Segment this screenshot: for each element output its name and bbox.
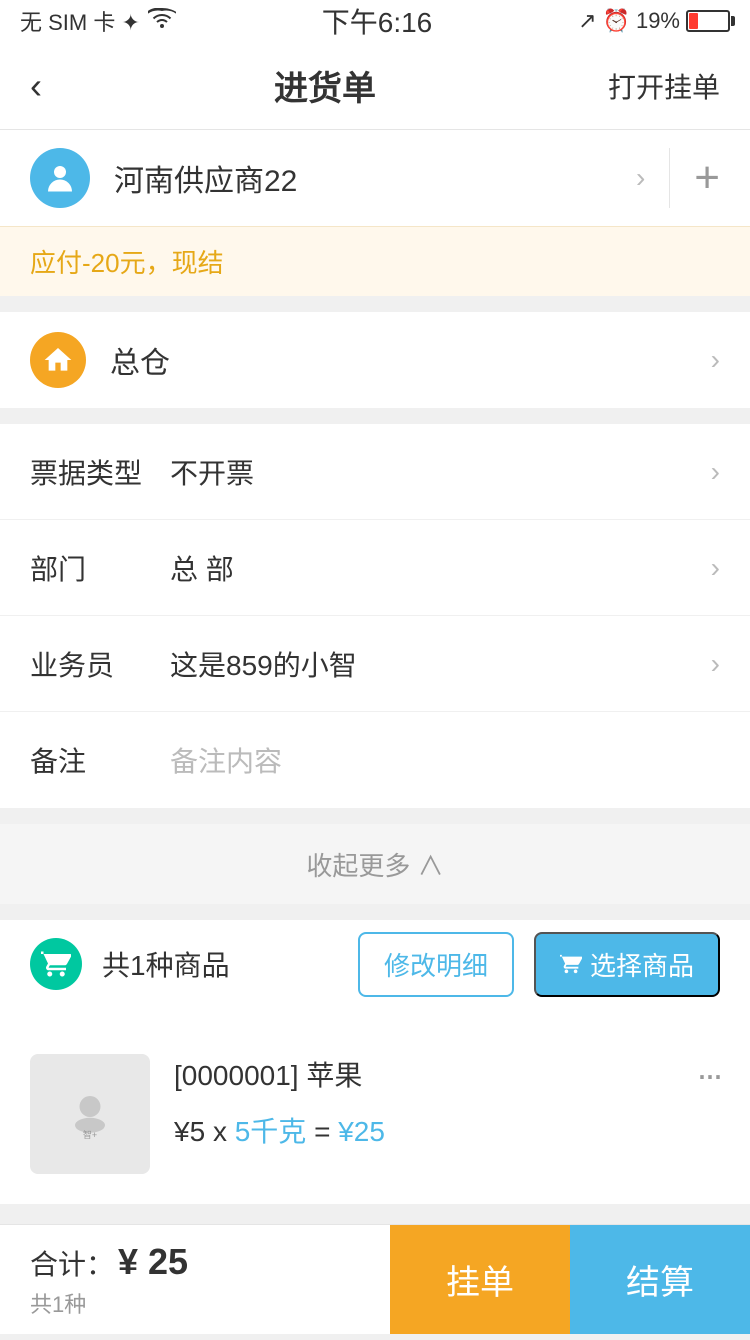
add-supplier-button[interactable]: + <box>694 156 720 200</box>
edit-detail-button[interactable]: 修改明细 <box>358 932 514 997</box>
main-content: 河南供应商22 › + 应付-20元，现结 总仓 › 票据类型 不开票 › 部门… <box>0 130 750 1340</box>
invoice-label: 票据类型 <box>30 452 160 492</box>
hang-order-label: 挂单 <box>446 1255 514 1304</box>
remark-label: 备注 <box>30 740 160 780</box>
products-icon <box>30 938 82 990</box>
product-title: 苹果 <box>306 1060 362 1091</box>
salesperson-row[interactable]: 业务员 这是859的小智 › <box>0 616 750 712</box>
alarm-icon: ⏰ <box>603 8 630 34</box>
page-title: 进货单 <box>274 61 376 110</box>
battery-icon <box>686 10 730 32</box>
select-product-button[interactable]: 选择商品 <box>534 932 720 997</box>
equals-sign: = <box>314 1116 338 1147</box>
sim-text: 无 SIM 卡 ✦ <box>20 5 140 37</box>
product-item: 智+ [0000001] 苹果 ¥5 x 5千克 = ¥25 ··· <box>0 1024 750 1204</box>
total-section: 合计： ¥ 25 共1种 <box>0 1225 390 1334</box>
open-pending-button[interactable]: 打开挂单 <box>608 66 720 106</box>
wifi-icon <box>148 8 176 34</box>
cart-icon <box>41 949 71 979</box>
collapse-bar[interactable]: 收起更多 ∧ <box>0 824 750 904</box>
collapse-text: 收起更多 ∧ <box>306 846 443 883</box>
dept-label: 部门 <box>30 548 160 588</box>
status-bar: 无 SIM 卡 ✦ 下午6:16 ↗ ⏰ 19% <box>0 0 750 42</box>
warehouse-icon <box>30 332 86 388</box>
form-section: 票据类型 不开票 › 部门 总 部 › 业务员 这是859的小智 › 备注 备注… <box>0 424 750 808</box>
products-section: 共1种商品 修改明细 选择商品 智+ [0000001] <box>0 920 750 1204</box>
dept-value: 总 部 <box>160 548 711 588</box>
chevron-right-icon: › <box>711 648 720 680</box>
products-header: 共1种商品 修改明细 选择商品 <box>0 920 750 1008</box>
product-code: [0000001] <box>174 1060 299 1091</box>
unit-price: ¥5 <box>174 1116 205 1147</box>
quantity: 5千克 <box>235 1116 307 1147</box>
home-icon <box>42 344 74 376</box>
chevron-right-icon: › <box>711 344 720 376</box>
chevron-right-icon: › <box>711 456 720 488</box>
battery-percent: 19% <box>636 8 680 34</box>
warehouse-row[interactable]: 总仓 › <box>0 312 750 408</box>
product-name: [0000001] 苹果 <box>174 1054 672 1094</box>
hang-order-button[interactable]: 挂单 <box>390 1225 570 1334</box>
product-image-placeholder: 智+ <box>60 1084 120 1144</box>
supplier-avatar <box>30 148 90 208</box>
status-time: 下午6:16 <box>322 1 433 41</box>
settle-label: 结算 <box>626 1255 694 1304</box>
products-count: 共1种商品 <box>102 944 338 984</box>
total-amount: ¥ 25 <box>118 1241 188 1283</box>
vertical-divider <box>669 148 670 208</box>
nav-bar: ‹ 进货单 打开挂单 <box>0 42 750 130</box>
location-icon: ↗ <box>578 8 596 34</box>
total-count: 共1种 <box>30 1287 360 1319</box>
supplier-notice: 应付-20元，现结 <box>0 226 750 296</box>
item-total: ¥25 <box>338 1116 385 1147</box>
svg-text:智+: 智+ <box>83 1129 97 1140</box>
invoice-value: 不开票 <box>160 452 711 492</box>
product-info: [0000001] 苹果 ¥5 x 5千克 = ¥25 <box>174 1054 672 1150</box>
sales-label: 业务员 <box>30 644 160 684</box>
remark-input[interactable]: 备注内容 <box>160 740 720 780</box>
back-button[interactable]: ‹ <box>30 65 42 107</box>
invoice-type-row[interactable]: 票据类型 不开票 › <box>0 424 750 520</box>
total-label: 合计： <box>30 1243 114 1283</box>
supplier-row[interactable]: 河南供应商22 › + <box>0 130 750 226</box>
multiply-sign: x <box>213 1116 235 1147</box>
product-thumbnail: 智+ <box>30 1054 150 1174</box>
product-more-button[interactable]: ··· <box>696 1054 720 1096</box>
select-product-label: 选择商品 <box>590 946 694 983</box>
sales-value: 这是859的小智 <box>160 644 711 684</box>
chevron-right-icon: › <box>711 552 720 584</box>
status-left: 无 SIM 卡 ✦ <box>20 5 176 37</box>
select-product-icon <box>560 953 582 975</box>
remark-row[interactable]: 备注 备注内容 <box>0 712 750 808</box>
department-row[interactable]: 部门 总 部 › <box>0 520 750 616</box>
status-right: ↗ ⏰ 19% <box>578 8 730 34</box>
supplier-section: 河南供应商22 › + 应付-20元，现结 <box>0 130 750 296</box>
supplier-name: 河南供应商22 <box>114 156 636 200</box>
person-icon <box>42 160 78 196</box>
warehouse-name: 总仓 <box>110 338 711 382</box>
product-price: ¥5 x 5千克 = ¥25 <box>174 1110 672 1150</box>
settle-button[interactable]: 结算 <box>570 1225 750 1334</box>
bottom-bar: 合计： ¥ 25 共1种 挂单 结算 <box>0 1224 750 1334</box>
chevron-right-icon: › <box>636 162 645 194</box>
